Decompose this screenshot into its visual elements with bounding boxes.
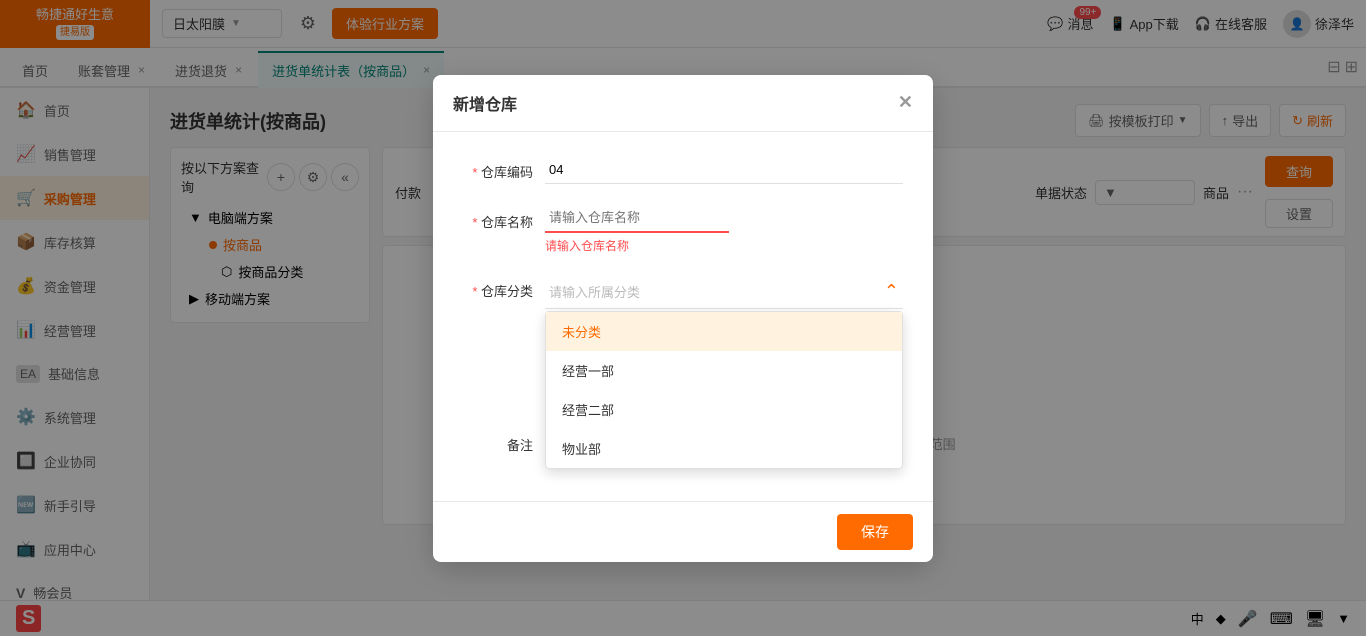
- dialog-title: 新增仓库: [453, 91, 517, 115]
- note-label: 备注: [463, 429, 533, 454]
- category-trigger[interactable]: 请输入所属分类 ⌃: [545, 275, 903, 309]
- name-field-wrap: [545, 204, 729, 233]
- name-input[interactable]: [545, 204, 729, 233]
- category-placeholder: 请输入所属分类: [549, 282, 640, 301]
- category-field-row: 仓库分类 请输入所属分类 ⌃ 未分类 经营一部 经营二部 物业部: [463, 275, 903, 309]
- name-error-tip: 请输入仓库名称: [545, 239, 629, 253]
- name-field-row: 仓库名称 请输入仓库名称: [463, 204, 903, 255]
- category-label: 仓库分类: [463, 275, 533, 300]
- dialog-overlay: 新增仓库 ✕ 仓库编码 仓库名称 请输入仓库名称: [0, 0, 1366, 636]
- code-label: 仓库编码: [463, 156, 533, 181]
- name-field-inner: 仓库名称: [463, 204, 729, 233]
- add-warehouse-dialog: 新增仓库 ✕ 仓库编码 仓库名称 请输入仓库名称: [433, 75, 933, 562]
- code-field-row: 仓库编码: [463, 156, 903, 184]
- name-error-area: 请输入仓库名称: [463, 237, 629, 255]
- category-dropdown-wrap: 请输入所属分类 ⌃ 未分类 经营一部 经营二部 物业部: [545, 275, 903, 309]
- category-chevron-icon: ⌃: [884, 281, 899, 302]
- dialog-close-button[interactable]: ✕: [898, 92, 913, 113]
- save-button[interactable]: 保存: [837, 514, 913, 550]
- dropdown-item-dept1[interactable]: 经营一部: [546, 351, 902, 390]
- dialog-header: 新增仓库 ✕: [433, 75, 933, 132]
- dropdown-item-unclassified[interactable]: 未分类: [546, 312, 902, 351]
- dialog-body: 仓库编码 仓库名称 请输入仓库名称 仓库分类: [433, 132, 933, 501]
- category-dropdown-list: 未分类 经营一部 经营二部 物业部: [545, 311, 903, 469]
- name-label: 仓库名称: [463, 206, 533, 231]
- dialog-footer: 保存: [433, 501, 933, 562]
- dropdown-item-dept2[interactable]: 经营二部: [546, 390, 902, 429]
- code-input[interactable]: [545, 156, 903, 184]
- dropdown-item-dept3[interactable]: 物业部: [546, 429, 902, 468]
